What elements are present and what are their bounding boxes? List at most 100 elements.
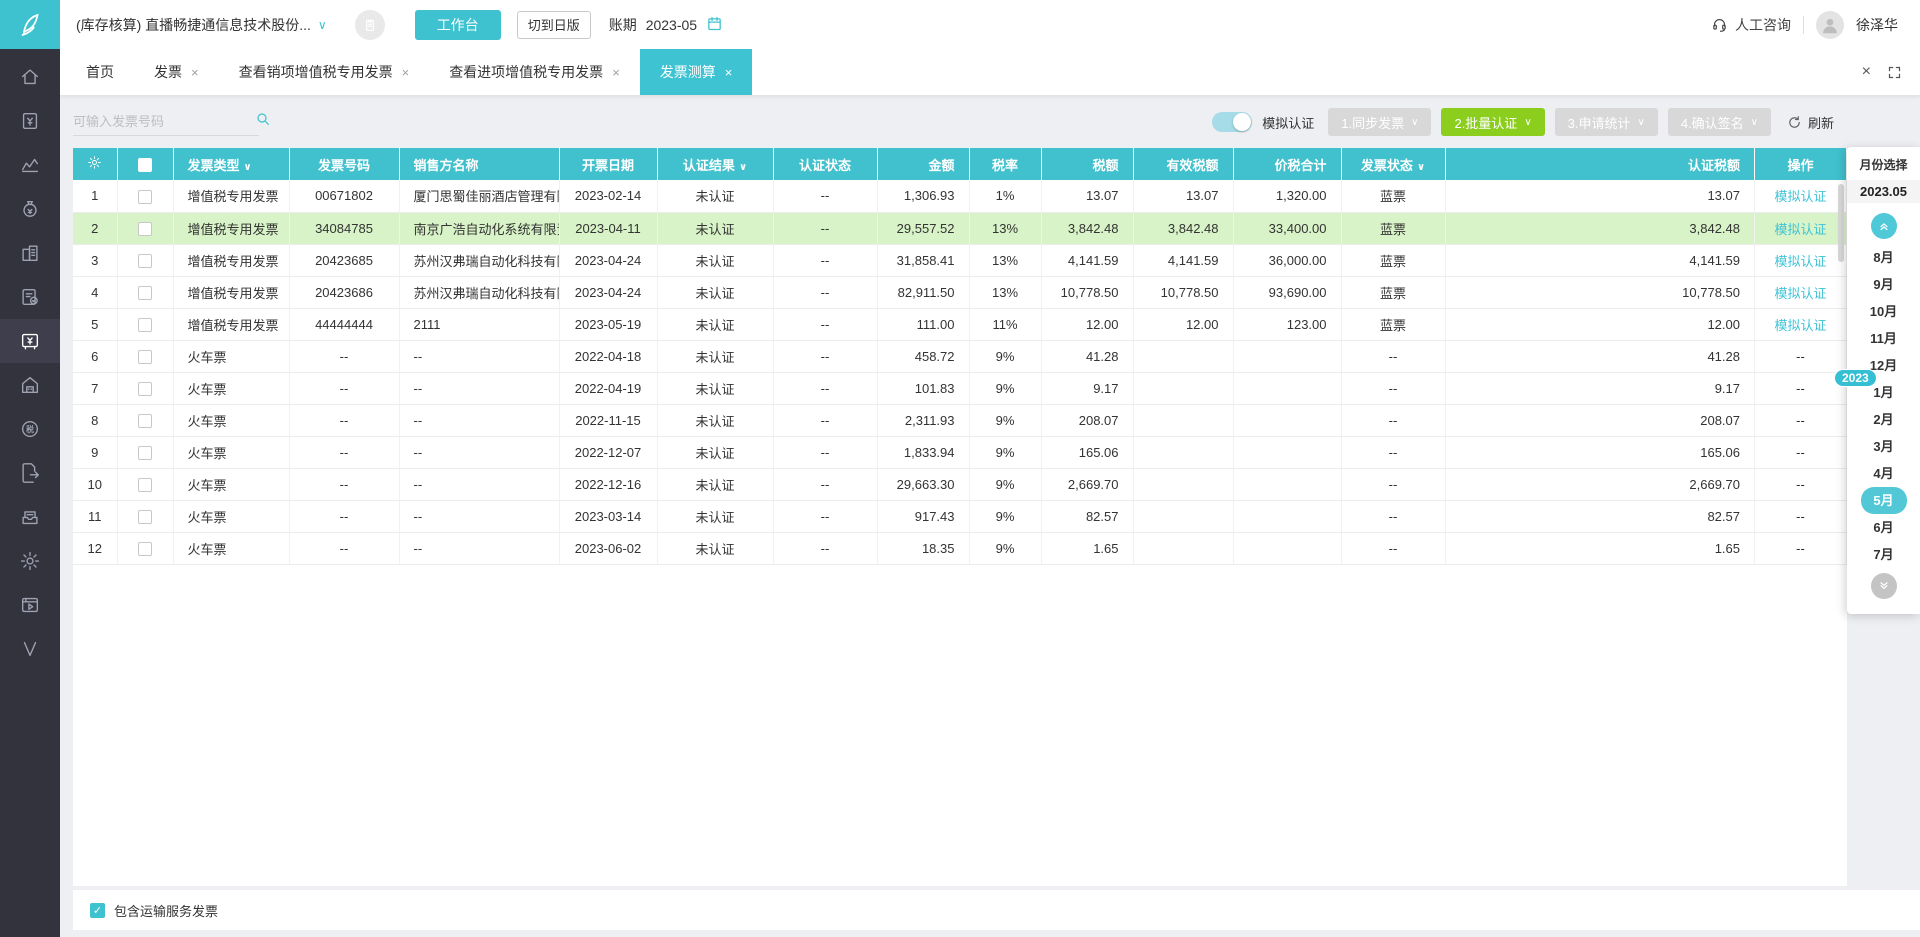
company-selector[interactable]: (库存核算) 直播畅捷通信息技术股份... ∨ — [76, 15, 327, 35]
row-checkbox[interactable] — [138, 509, 152, 524]
row-checkbox[interactable] — [138, 317, 152, 332]
simulate-cert-link[interactable]: 模拟认证 — [1774, 286, 1826, 301]
column-header-发票类型[interactable]: 发票类型 ∨ — [173, 148, 290, 180]
tab-查看进项增值税专用发票[interactable]: 查看进项增值税专用发票 × — [429, 49, 640, 95]
support-link[interactable]: 人工咨询 — [1711, 15, 1791, 35]
workbench-button[interactable]: 工作台 — [414, 9, 501, 40]
simulate-cert-link[interactable]: 模拟认证 — [1774, 189, 1826, 204]
row-checkbox[interactable] — [138, 413, 152, 428]
tab-close-icon[interactable]: × — [402, 65, 410, 80]
table-row[interactable]: 11 火车票 -- -- 2023-03-14 未认证 -- 917.43 9% 82.57 -- 8… — [73, 500, 1847, 533]
sidebar-item-settings[interactable] — [0, 539, 60, 583]
row-checkbox[interactable] — [138, 445, 152, 460]
column-settings-header[interactable] — [73, 148, 118, 180]
tab-close-icon[interactable]: × — [725, 65, 733, 80]
row-checkbox[interactable] — [138, 541, 152, 556]
month-item-5月[interactable]: 5月 — [1860, 487, 1907, 514]
simulate-cert-link[interactable]: 模拟认证 — [1774, 222, 1826, 237]
sidebar-item-archive[interactable] — [0, 495, 60, 539]
sidebar-item-video[interactable] — [0, 583, 60, 627]
month-item-11月[interactable]: 11月 — [1847, 325, 1920, 352]
search-icon[interactable] — [255, 111, 271, 132]
tab-close-icon[interactable]: × — [191, 65, 199, 80]
table-scrollbar[interactable] — [1838, 184, 1844, 262]
sidebar-item-home[interactable] — [0, 55, 60, 99]
column-header-操作[interactable]: 操作 — [1754, 148, 1847, 180]
table-row[interactable]: 8 火车票 -- -- 2022-11-15 未认证 -- 2,311.93 9% 208.07-… — [73, 404, 1847, 437]
sidebar-item-doc-export[interactable] — [0, 451, 60, 495]
sidebar-item-money-bag[interactable] — [0, 187, 60, 231]
column-header-认证税额[interactable]: 认证税额 — [1445, 148, 1755, 180]
column-header-价税合计[interactable]: 价税合计 — [1233, 148, 1342, 180]
row-checkbox[interactable] — [138, 477, 152, 492]
simulate-cert-link[interactable]: 模拟认证 — [1774, 318, 1826, 333]
table-row[interactable]: 3 增值税专用发票20423685苏州汉弗瑞自动化科技有限...2023-04-2… — [73, 244, 1847, 277]
action-button-2.批量认证[interactable]: 2.批量认证 ∨ — [1441, 108, 1545, 136]
column-header-销售方名称[interactable]: 销售方名称 — [399, 148, 560, 180]
sort-chevron-icon[interactable]: ∨ — [739, 162, 747, 173]
tab-close-icon[interactable]: × — [612, 65, 620, 80]
search-input[interactable] — [73, 114, 249, 129]
scroll-up-button[interactable] — [1870, 213, 1897, 239]
column-header-金额[interactable]: 金额 — [877, 148, 970, 180]
sidebar-item-invoice[interactable] — [0, 319, 60, 363]
action-button-1.同步发票[interactable]: 1.同步发票 ∨ — [1328, 108, 1432, 136]
announcement-icon[interactable] — [354, 9, 385, 40]
column-header-认证结果[interactable]: 认证结果 ∨ — [657, 148, 774, 180]
simulate-cert-toggle[interactable] — [1212, 112, 1253, 132]
column-header-税率[interactable]: 税率 — [969, 148, 1042, 180]
row-checkbox[interactable] — [138, 253, 152, 268]
column-header-税额[interactable]: 税额 — [1041, 148, 1134, 180]
row-checkbox[interactable] — [138, 381, 152, 396]
row-checkbox[interactable] — [138, 221, 152, 236]
column-header-发票号码[interactable]: 发票号码 — [289, 148, 400, 180]
sidebar-item-report[interactable] — [0, 275, 60, 319]
table-row[interactable]: 5 增值税专用发票 44444444 2111 2023-05-19 未认证 -- 111.0… — [73, 308, 1847, 341]
sidebar-item-company[interactable] — [0, 231, 60, 275]
tab-发票测算[interactable]: 发票测算 × — [639, 49, 753, 95]
fullscreen-icon[interactable] — [1887, 65, 1902, 80]
sidebar-item-v-logo[interactable] — [0, 627, 60, 671]
month-item-7月[interactable]: 7月 — [1847, 541, 1920, 568]
month-item-2月[interactable]: 2月 — [1847, 406, 1920, 433]
sidebar-item-warehouse[interactable] — [0, 363, 60, 407]
tab-发票[interactable]: 发票 × — [134, 49, 219, 95]
table-row[interactable]: 7 火车票 -- -- 2022-04-19 未认证 -- 101.83 9% 9.17 -- 9.1… — [73, 372, 1847, 405]
sort-chevron-icon[interactable]: ∨ — [244, 162, 252, 173]
tab-查看销项增值税专用发票[interactable]: 查看销项增值税专用发票 × — [219, 49, 430, 95]
calendar-icon[interactable] — [706, 15, 723, 35]
action-button-3.申请统计[interactable]: 3.申请统计 ∨ — [1554, 108, 1658, 136]
transport-invoice-checkbox[interactable]: ✓ — [90, 902, 105, 918]
close-all-tabs-icon[interactable]: × — [1862, 63, 1871, 81]
period-value[interactable]: 2023-05 — [646, 17, 697, 33]
user-name[interactable]: 徐泽华 — [1856, 15, 1898, 35]
tab-首页[interactable]: 首页 — [66, 49, 134, 95]
refresh-button[interactable]: 刷新 — [1787, 113, 1834, 132]
table-row[interactable]: 4 增值税专用发票20423686苏州汉弗瑞自动化科技有限...2023-04-2… — [73, 276, 1847, 309]
row-checkbox[interactable] — [138, 285, 152, 300]
column-header-发票状态[interactable]: 发票状态 ∨ — [1341, 148, 1446, 180]
column-header-认证状态[interactable]: 认证状态 — [773, 148, 878, 180]
action-button-4.确认签名[interactable]: 4.确认签名 ∨ — [1667, 108, 1771, 136]
select-all-checkbox[interactable] — [138, 157, 152, 172]
month-item-3月[interactable]: 3月 — [1847, 433, 1920, 460]
sidebar-item-billing[interactable] — [0, 99, 60, 143]
month-item-8月[interactable]: 8月 — [1847, 244, 1920, 271]
month-item-9月[interactable]: 9月 — [1847, 271, 1920, 298]
month-item-6月[interactable]: 6月 — [1847, 514, 1920, 541]
month-item-4月[interactable]: 4月 — [1847, 460, 1920, 487]
sidebar-item-chart[interactable] — [0, 143, 60, 187]
table-row[interactable]: 10 火车票 -- -- 2022-12-16 未认证 -- 29,663.30 9% 2,669… — [73, 468, 1847, 501]
simulate-cert-link[interactable]: 模拟认证 — [1774, 254, 1826, 269]
table-row[interactable]: 2 增值税专用发票34084785南京广浩自动化系统有限责...2023-04-1… — [73, 212, 1847, 245]
scroll-down-button[interactable] — [1870, 573, 1897, 599]
row-checkbox[interactable] — [138, 189, 152, 204]
row-checkbox[interactable] — [138, 349, 152, 364]
month-item-10月[interactable]: 10月 — [1847, 298, 1920, 325]
avatar[interactable] — [1816, 10, 1844, 39]
table-row[interactable]: 6 火车票 -- -- 2022-04-18 未认证 -- 458.72 9% 41.28 -- 41… — [73, 340, 1847, 373]
table-row[interactable]: 1 增值税专用发票00671802厦门思蜀佳丽酒店管理有限...2023-02-1… — [73, 180, 1847, 213]
sidebar-item-tax[interactable]: 税 — [0, 407, 60, 451]
table-row[interactable]: 12 火车票 -- -- 2023-06-02 未认证 -- 18.35 9% 1.65 -- 1.6… — [73, 532, 1847, 565]
sort-chevron-icon[interactable]: ∨ — [1417, 162, 1425, 173]
